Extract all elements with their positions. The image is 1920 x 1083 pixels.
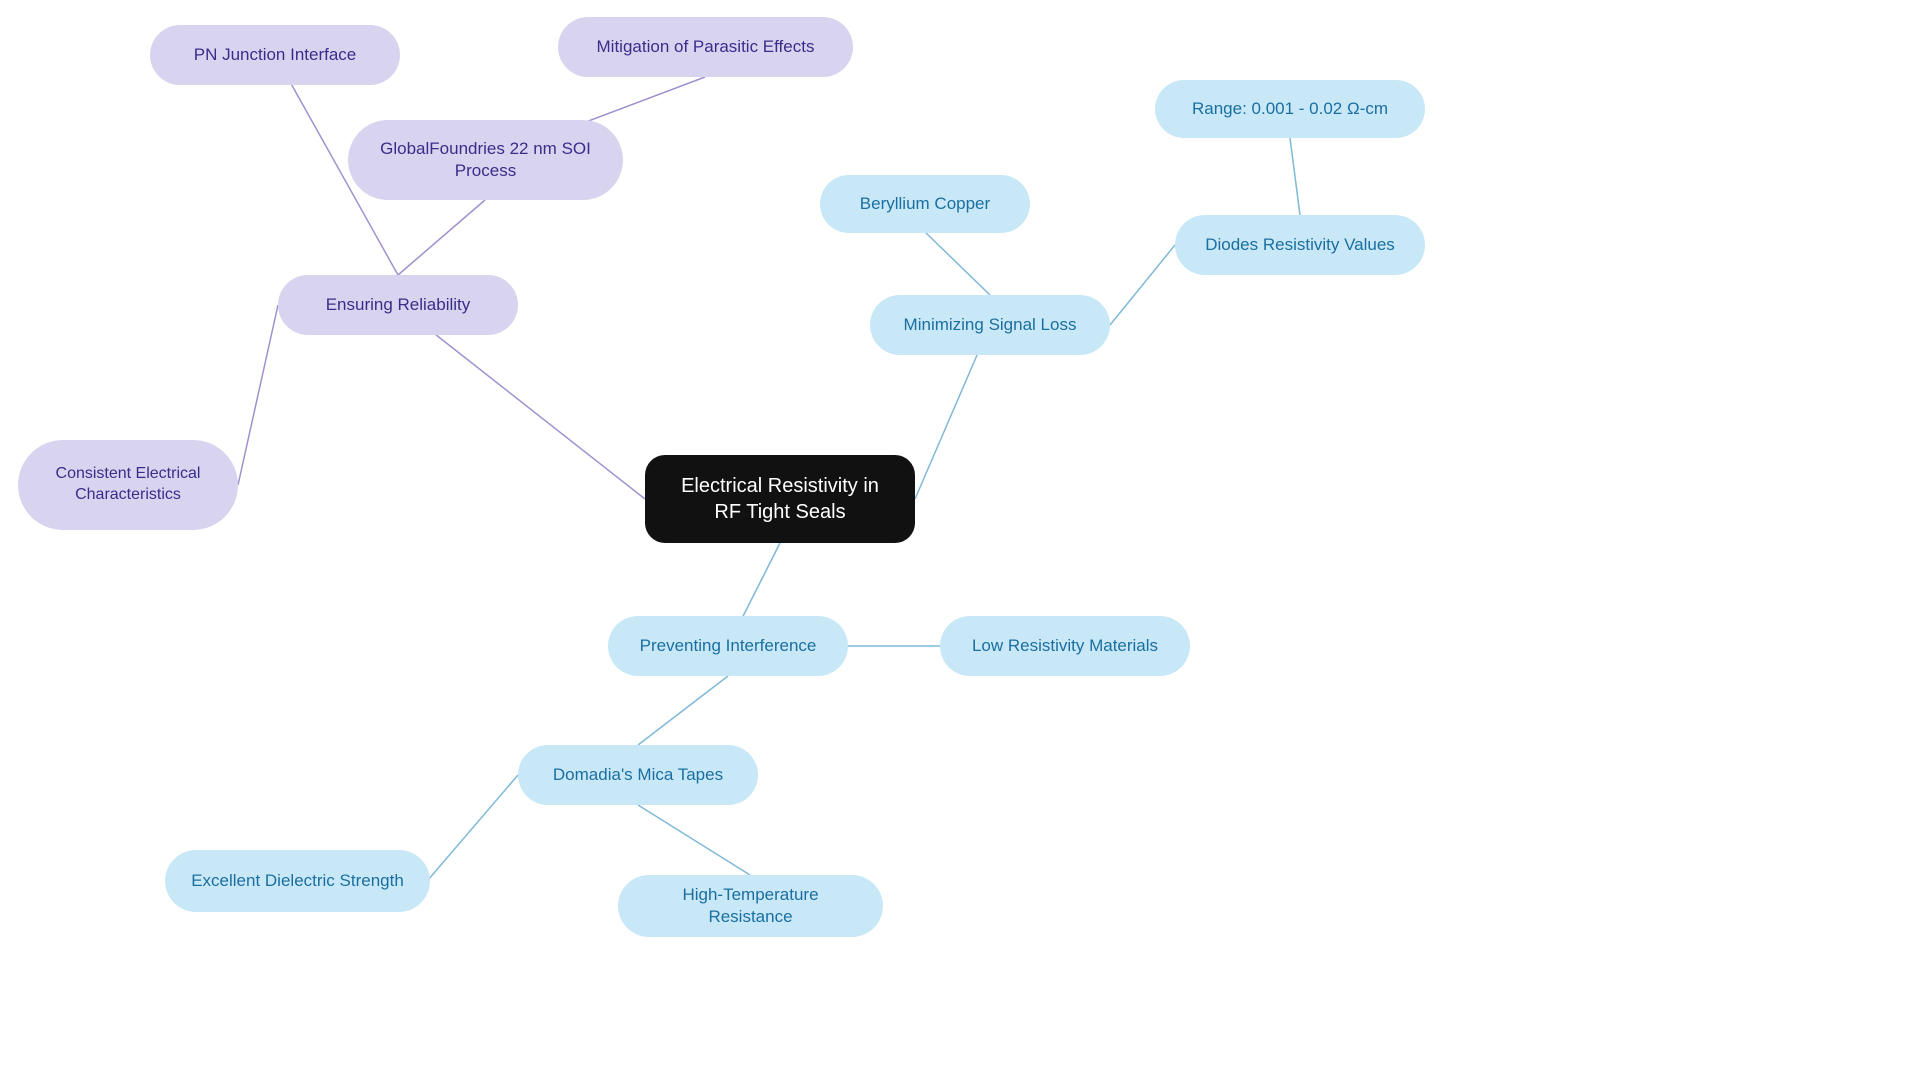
range-node: Range: 0.001 - 0.02 Ω-cm xyxy=(1155,80,1425,138)
high-temperature-node: High-Temperature Resistance xyxy=(618,875,883,937)
preventing-interference-node: Preventing Interference xyxy=(608,616,848,676)
pn-junction-node: PN Junction Interface xyxy=(150,25,400,85)
mitigation-parasitic-node: Mitigation of Parasitic Effects xyxy=(558,17,853,77)
center-node: Electrical Resistivity in RF Tight Seals xyxy=(645,455,915,543)
ensuring-reliability-node: Ensuring Reliability xyxy=(278,275,518,335)
connection-lines xyxy=(0,0,1920,1083)
minimizing-signal-loss-node: Minimizing Signal Loss xyxy=(870,295,1110,355)
consistent-electrical-node: Consistent Electrical Characteristics xyxy=(18,440,238,530)
diodes-resistivity-node: Diodes Resistivity Values xyxy=(1175,215,1425,275)
global-foundries-node: GlobalFoundries 22 nm SOI Process xyxy=(348,120,623,200)
excellent-dielectric-node: Excellent Dielectric Strength xyxy=(165,850,430,912)
beryllium-copper-node: Beryllium Copper xyxy=(820,175,1030,233)
domadias-mica-tapes-node: Domadia's Mica Tapes xyxy=(518,745,758,805)
low-resistivity-node: Low Resistivity Materials xyxy=(940,616,1190,676)
